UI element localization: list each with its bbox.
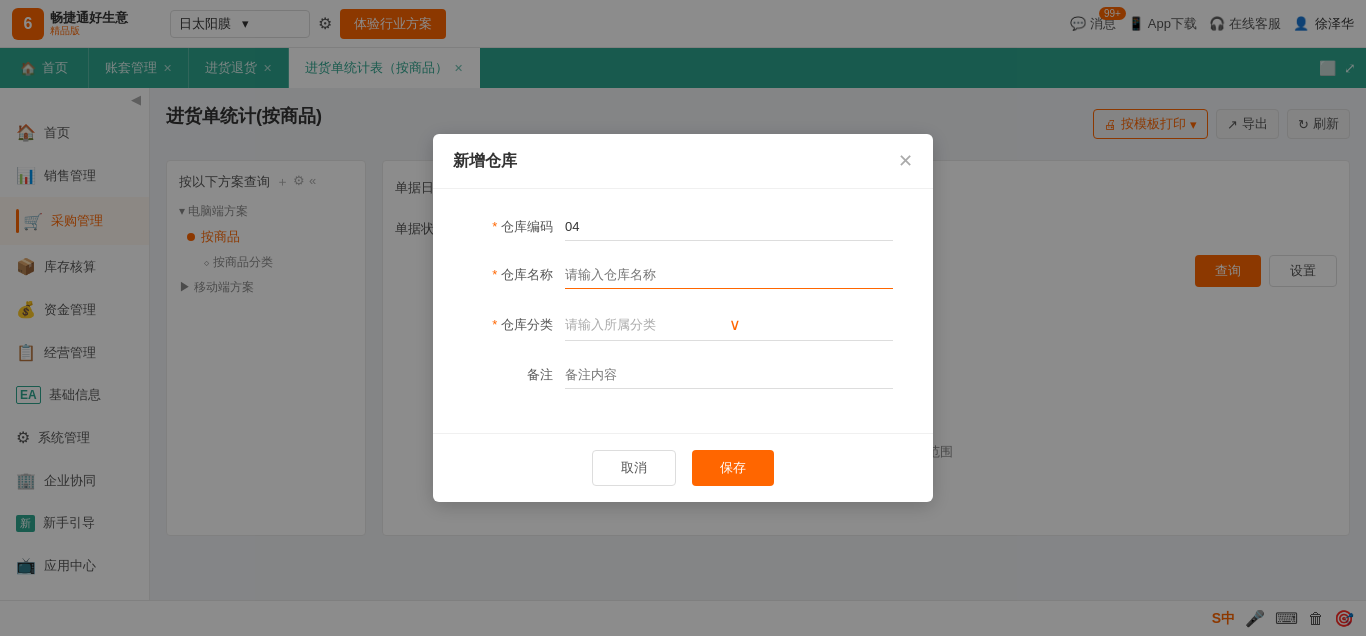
modal-footer: 取消 保存 — [433, 433, 933, 502]
remark-input[interactable] — [565, 361, 893, 389]
modal-body: 仓库编码 仓库名称 仓库分类 请输入所属分类 ∨ 备注 — [433, 189, 933, 433]
modal-new-warehouse: 新增仓库 ✕ 仓库编码 仓库名称 仓库分类 请输入所属分类 ∨ — [433, 134, 933, 502]
category-placeholder: 请输入所属分类 — [565, 316, 729, 334]
name-input[interactable] — [565, 261, 893, 289]
category-label: 仓库分类 — [473, 316, 553, 334]
form-row-remark: 备注 — [473, 361, 893, 389]
save-btn[interactable]: 保存 — [692, 450, 774, 486]
modal-close-btn[interactable]: ✕ — [898, 150, 913, 172]
modal-title: 新增仓库 — [453, 151, 517, 172]
form-row-code: 仓库编码 — [473, 213, 893, 241]
category-select[interactable]: 请输入所属分类 ∨ — [565, 309, 893, 341]
modal-overlay[interactable]: 新增仓库 ✕ 仓库编码 仓库名称 仓库分类 请输入所属分类 ∨ — [0, 0, 1366, 636]
remark-label: 备注 — [473, 366, 553, 384]
modal-header: 新增仓库 ✕ — [433, 134, 933, 189]
category-dropdown-icon: ∨ — [729, 315, 893, 334]
form-row-category: 仓库分类 请输入所属分类 ∨ — [473, 309, 893, 341]
cancel-btn[interactable]: 取消 — [592, 450, 676, 486]
code-input[interactable] — [565, 213, 893, 241]
code-label: 仓库编码 — [473, 218, 553, 236]
form-row-name: 仓库名称 — [473, 261, 893, 289]
name-label: 仓库名称 — [473, 266, 553, 284]
